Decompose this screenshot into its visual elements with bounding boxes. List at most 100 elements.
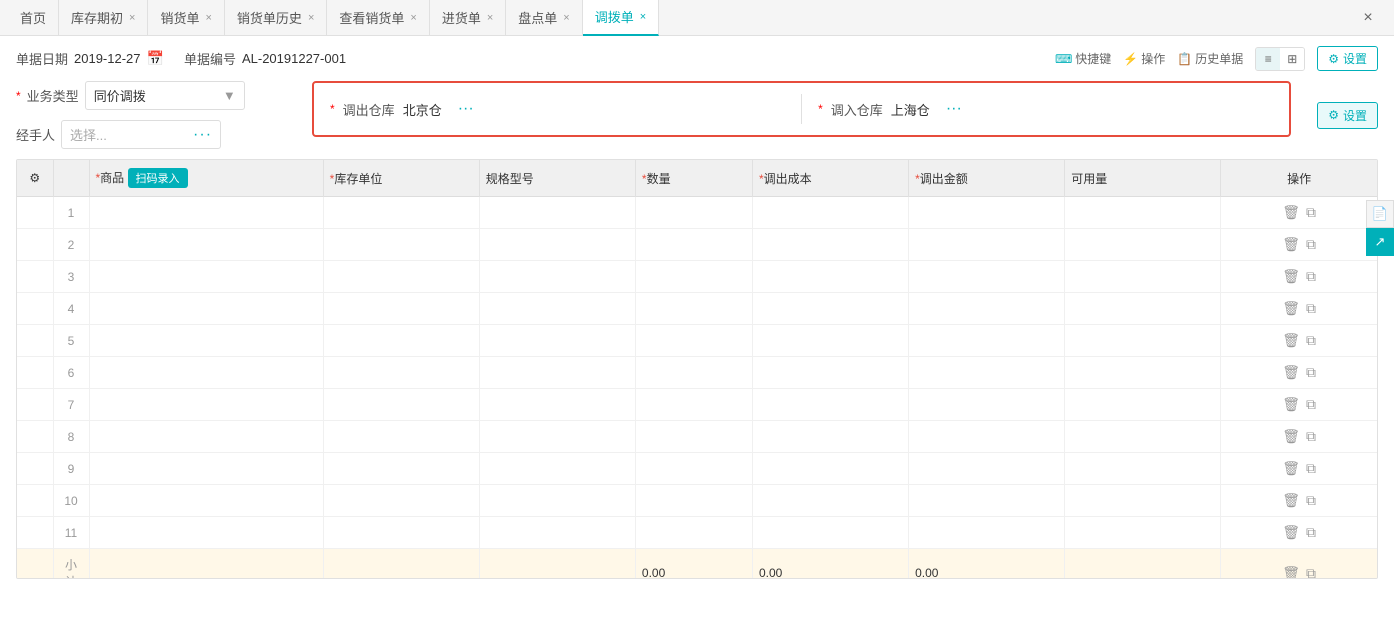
tab-check-sales-close[interactable]: ×: [410, 12, 416, 24]
delete-icon[interactable]: 🗑: [1282, 460, 1300, 477]
delete-icon[interactable]: 🗑: [1282, 268, 1300, 285]
row-amount-cell[interactable]: [909, 517, 1065, 549]
row-product-cell[interactable]: [89, 325, 323, 357]
column-gear[interactable]: ⚙: [17, 160, 53, 197]
settings-button[interactable]: ⚙ 设置: [1317, 46, 1378, 71]
operation-button[interactable]: ⚡ 操作: [1123, 50, 1165, 67]
row-unit-cell[interactable]: [323, 197, 479, 229]
copy-icon[interactable]: ⧉: [1306, 236, 1316, 253]
delete-icon[interactable]: 🗑: [1282, 236, 1300, 253]
operator-dropdown[interactable]: 选择... ···: [61, 120, 221, 149]
row-unit-cell[interactable]: [323, 325, 479, 357]
row-cost-cell[interactable]: [752, 197, 908, 229]
row-qty-cell[interactable]: [635, 389, 752, 421]
row-qty-cell[interactable]: [635, 485, 752, 517]
row-qty-cell[interactable]: [635, 453, 752, 485]
tab-purchase[interactable]: 进货单 ×: [430, 0, 506, 36]
row-cost-cell[interactable]: [752, 389, 908, 421]
row-qty-cell[interactable]: [635, 261, 752, 293]
right-panel-doc-button[interactable]: 📄: [1366, 200, 1394, 228]
warehouse-out-more-icon[interactable]: ···: [458, 100, 474, 118]
row-amount-cell[interactable]: [909, 389, 1065, 421]
row-product-cell[interactable]: [89, 197, 323, 229]
tab-transfer[interactable]: 调拨单 ×: [583, 0, 659, 36]
row-cost-cell[interactable]: [752, 229, 908, 261]
row-spec-cell[interactable]: [479, 421, 635, 453]
row-amount-cell[interactable]: [909, 293, 1065, 325]
row-spec-cell[interactable]: [479, 485, 635, 517]
row-product-cell[interactable]: [89, 421, 323, 453]
row-spec-cell[interactable]: [479, 453, 635, 485]
window-close-button[interactable]: ×: [1350, 0, 1386, 36]
row-qty-cell[interactable]: [635, 517, 752, 549]
tab-sales-history[interactable]: 销货单历史 ×: [225, 0, 327, 36]
row-amount-cell[interactable]: [909, 357, 1065, 389]
delete-icon[interactable]: 🗑: [1282, 396, 1300, 413]
operator-more-icon[interactable]: ···: [193, 126, 212, 144]
row-qty-cell[interactable]: [635, 197, 752, 229]
right-settings-button[interactable]: ⚙ 设置: [1317, 102, 1378, 129]
row-unit-cell[interactable]: [323, 485, 479, 517]
column-settings-icon[interactable]: ⚙: [29, 171, 40, 185]
copy-icon[interactable]: ⧉: [1306, 492, 1316, 509]
tab-home[interactable]: 首页: [8, 0, 59, 36]
tab-inventory-init-close[interactable]: ×: [129, 12, 135, 24]
tab-sales-order-close[interactable]: ×: [205, 12, 211, 24]
row-cost-cell[interactable]: [752, 357, 908, 389]
tab-sales-order[interactable]: 销货单 ×: [148, 0, 224, 36]
tab-check-sales[interactable]: 查看销货单 ×: [327, 0, 429, 36]
list-view-button[interactable]: ≡: [1256, 48, 1280, 70]
row-unit-cell[interactable]: [323, 293, 479, 325]
copy-icon[interactable]: ⧉: [1306, 364, 1316, 381]
tab-stocktake-close[interactable]: ×: [563, 12, 569, 24]
delete-icon[interactable]: 🗑: [1282, 332, 1300, 349]
delete-icon[interactable]: 🗑: [1282, 492, 1300, 509]
delete-icon[interactable]: 🗑: [1282, 300, 1300, 317]
row-qty-cell[interactable]: [635, 229, 752, 261]
copy-icon[interactable]: ⧉: [1306, 524, 1316, 541]
grid-view-button[interactable]: ⊞: [1280, 48, 1304, 70]
doc-date-value[interactable]: 2019-12-27: [74, 51, 141, 66]
row-unit-cell[interactable]: [323, 229, 479, 261]
row-cost-cell[interactable]: [752, 293, 908, 325]
row-amount-cell[interactable]: [909, 421, 1065, 453]
shortcut-button[interactable]: ⌨ 快捷键: [1055, 50, 1111, 67]
copy-icon[interactable]: ⧉: [1306, 300, 1316, 317]
row-cost-cell[interactable]: [752, 453, 908, 485]
row-qty-cell[interactable]: [635, 325, 752, 357]
scan-button[interactable]: 扫码录入: [128, 168, 188, 188]
row-unit-cell[interactable]: [323, 517, 479, 549]
row-amount-cell[interactable]: [909, 261, 1065, 293]
warehouse-in-more-icon[interactable]: ···: [946, 100, 962, 118]
row-cost-cell[interactable]: [752, 421, 908, 453]
row-product-cell[interactable]: [89, 517, 323, 549]
tab-sales-history-close[interactable]: ×: [308, 12, 314, 24]
row-amount-cell[interactable]: [909, 453, 1065, 485]
row-amount-cell[interactable]: [909, 229, 1065, 261]
row-qty-cell[interactable]: [635, 293, 752, 325]
business-type-dropdown[interactable]: 同价调拨 ▼: [85, 81, 245, 110]
row-spec-cell[interactable]: [479, 293, 635, 325]
copy-icon[interactable]: ⧉: [1306, 460, 1316, 477]
row-amount-cell[interactable]: [909, 325, 1065, 357]
row-cost-cell[interactable]: [752, 325, 908, 357]
row-spec-cell[interactable]: [479, 229, 635, 261]
subtotal-copy-icon[interactable]: ⧉: [1306, 565, 1316, 580]
row-spec-cell[interactable]: [479, 197, 635, 229]
history-button[interactable]: 📋 历史单据: [1177, 50, 1243, 67]
right-panel-link-button[interactable]: ↗: [1366, 228, 1394, 256]
row-spec-cell[interactable]: [479, 517, 635, 549]
delete-icon[interactable]: 🗑: [1282, 524, 1300, 541]
row-amount-cell[interactable]: [909, 485, 1065, 517]
row-unit-cell[interactable]: [323, 261, 479, 293]
tab-stocktake[interactable]: 盘点单 ×: [506, 0, 582, 36]
calendar-icon[interactable]: 📅: [147, 50, 164, 67]
row-unit-cell[interactable]: [323, 389, 479, 421]
delete-icon[interactable]: 🗑: [1282, 428, 1300, 445]
row-spec-cell[interactable]: [479, 357, 635, 389]
row-spec-cell[interactable]: [479, 325, 635, 357]
delete-icon[interactable]: 🗑: [1282, 204, 1300, 221]
tab-transfer-close[interactable]: ×: [640, 11, 646, 23]
row-product-cell[interactable]: [89, 453, 323, 485]
row-spec-cell[interactable]: [479, 389, 635, 421]
